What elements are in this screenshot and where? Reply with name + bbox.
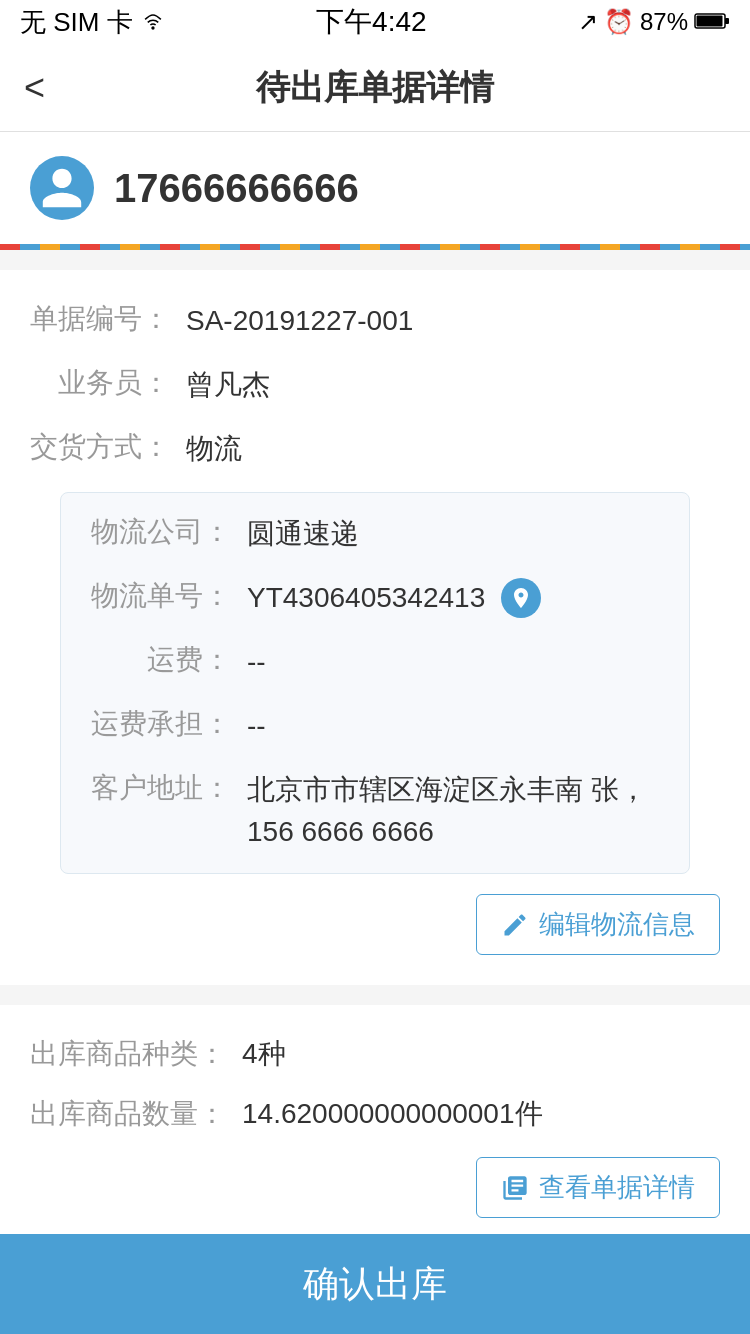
order-no-label: 单据编号： [30, 300, 170, 338]
address-row: 客户地址： 北京市市辖区海淀区永丰南 张，156 6666 6666 [91, 769, 659, 853]
address-label: 客户地址： [91, 769, 231, 807]
delivery-row: 交货方式： 物流 [30, 428, 720, 470]
svg-rect-3 [697, 16, 723, 27]
delivery-value: 物流 [186, 428, 720, 470]
location-pin-button[interactable] [501, 578, 541, 618]
goods-quantity-label: 出库商品数量： [30, 1095, 226, 1133]
edit-btn-container: 编辑物流信息 [30, 894, 720, 955]
wifi-icon [141, 7, 165, 38]
salesman-row: 业务员： 曾凡杰 [30, 364, 720, 406]
tracking-row: 物流单号： YT4306405342413 [91, 577, 659, 619]
status-bar: 无 SIM 卡 下午4:42 ↗ ⏰ 87% [0, 0, 750, 44]
goods-type-label: 出库商品种类： [30, 1035, 226, 1073]
goods-quantity-value: 14.620000000000001件 [242, 1095, 543, 1133]
order-info-card: 单据编号： SA-20191227-001 业务员： 曾凡杰 交货方式： 物流 … [0, 270, 750, 985]
order-no-row: 单据编号： SA-20191227-001 [30, 300, 720, 342]
freight-bearer-label: 运费承担： [91, 705, 231, 743]
freight-bearer-value: -- [247, 705, 659, 747]
detail-btn-container: 查看单据详情 [30, 1157, 720, 1218]
goods-quantity-row: 出库商品数量： 14.620000000000001件 [30, 1095, 720, 1133]
edit-logistics-label: 编辑物流信息 [539, 907, 695, 942]
section-divider [0, 985, 750, 1005]
svg-point-0 [152, 27, 154, 29]
goods-card: 出库商品种类： 4种 出库商品数量： 14.620000000000001件 查… [0, 1005, 750, 1248]
customer-phone: 17666666666 [114, 166, 359, 211]
status-right: ↗ ⏰ 87% [578, 8, 730, 36]
location-icon: ↗ [578, 8, 598, 36]
tracking-value-row: YT4306405342413 [247, 577, 659, 619]
battery-text: 87% [640, 8, 688, 36]
freight-bearer-row: 运费承担： -- [91, 705, 659, 747]
order-info-section: 单据编号： SA-20191227-001 业务员： 曾凡杰 交货方式： 物流 … [0, 270, 750, 985]
confirm-button-bar[interactable]: 确认出库 [0, 1234, 750, 1334]
tracking-label: 物流单号： [91, 577, 231, 615]
confirm-button-label: 确认出库 [303, 1260, 447, 1309]
avatar [30, 156, 94, 220]
main-content: 17666666666 单据编号： SA-20191227-001 业务员： 曾… [0, 132, 750, 1334]
page-title: 待出库单据详情 [256, 65, 494, 111]
view-detail-label: 查看单据详情 [539, 1170, 695, 1205]
battery-icon [694, 8, 730, 36]
address-value: 北京市市辖区海淀区永丰南 张，156 6666 6666 [247, 769, 659, 853]
view-detail-button[interactable]: 查看单据详情 [476, 1157, 720, 1218]
dashed-divider [0, 244, 750, 250]
logistics-card: 物流公司： 圆通速递 物流单号： YT4306405342413 [60, 492, 690, 874]
goods-type-value: 4种 [242, 1035, 286, 1073]
salesman-label: 业务员： [30, 364, 170, 402]
freight-label: 运费： [91, 641, 231, 679]
back-button[interactable]: < [24, 67, 45, 109]
carrier-text: 无 SIM 卡 [20, 5, 133, 40]
edit-logistics-button[interactable]: 编辑物流信息 [476, 894, 720, 955]
logistics-company-label: 物流公司： [91, 513, 231, 551]
status-time: 下午4:42 [316, 3, 427, 41]
alarm-icon: ⏰ [604, 8, 634, 36]
salesman-value: 曾凡杰 [186, 364, 720, 406]
goods-type-row: 出库商品种类： 4种 [30, 1035, 720, 1073]
nav-bar: < 待出库单据详情 [0, 44, 750, 132]
freight-row: 运费： -- [91, 641, 659, 683]
freight-value: -- [247, 641, 659, 683]
delivery-label: 交货方式： [30, 428, 170, 466]
order-no-value: SA-20191227-001 [186, 300, 720, 342]
tracking-number: YT4306405342413 [247, 577, 485, 619]
status-left: 无 SIM 卡 [20, 5, 165, 40]
logistics-company-row: 物流公司： 圆通速递 [91, 513, 659, 555]
svg-rect-2 [725, 18, 729, 24]
logistics-company-value: 圆通速递 [247, 513, 659, 555]
customer-header: 17666666666 [0, 132, 750, 244]
